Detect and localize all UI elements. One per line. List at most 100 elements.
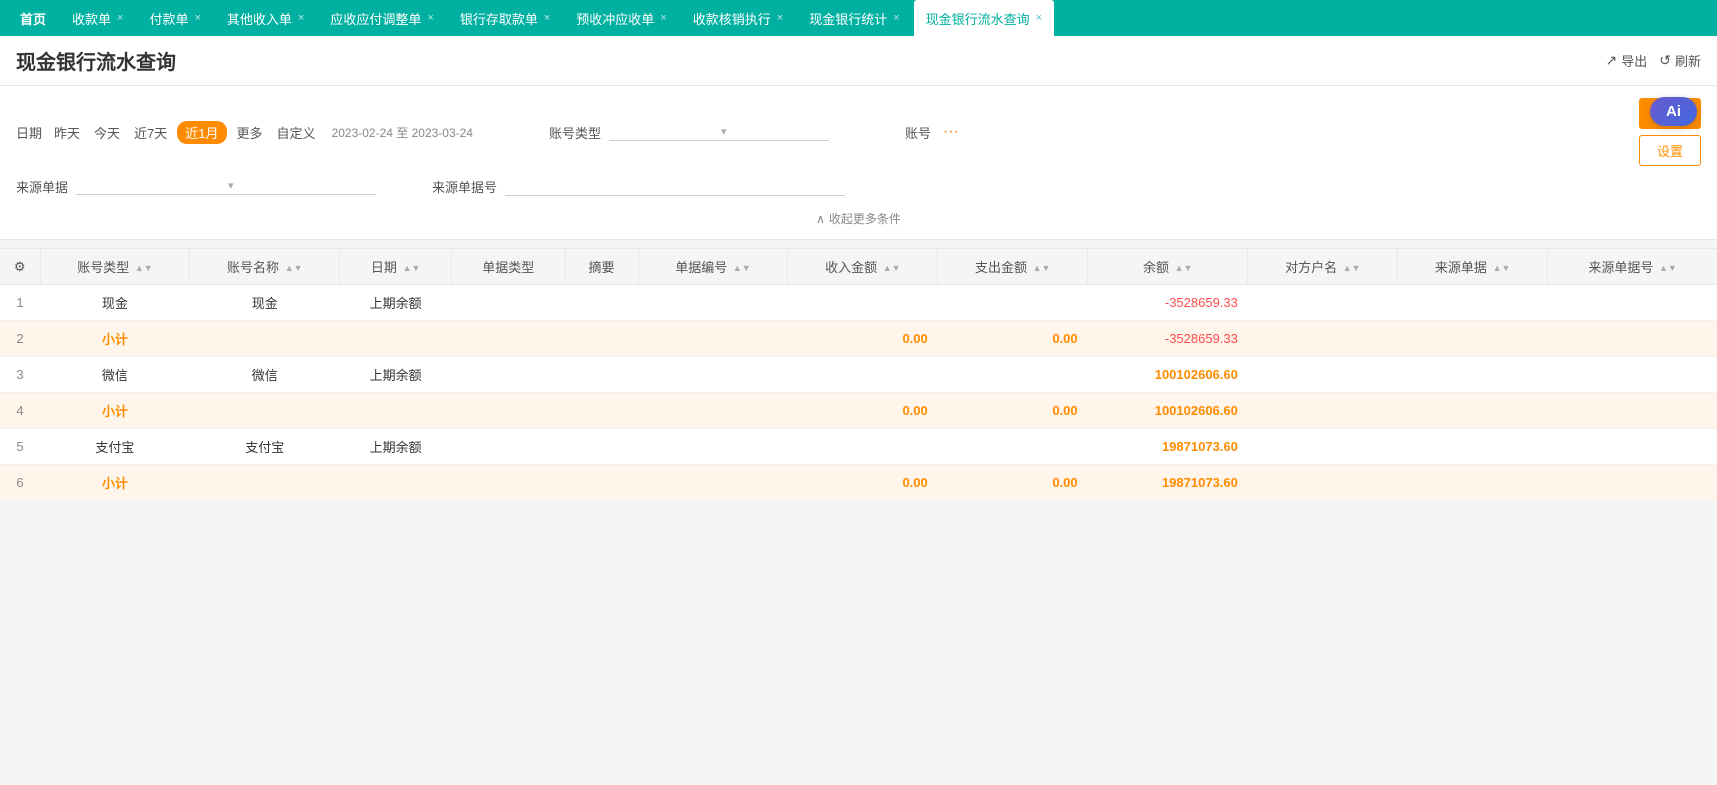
table-row: 5支付宝支付宝上期余额19871073.60: [0, 429, 1717, 465]
cell-income: 0.00: [788, 393, 938, 429]
col-doc-no[interactable]: 单据编号 ▲▼: [638, 249, 788, 285]
refresh-button[interactable]: ↺ 刷新: [1659, 51, 1701, 70]
account-type-filter-group: 账号类型 ▾: [549, 123, 829, 142]
col-date[interactable]: 日期 ▲▼: [340, 249, 452, 285]
row-number: 3: [0, 357, 40, 393]
filter-row-2: 来源单据 ▾ 来源单据号: [16, 176, 1701, 196]
cell-source-doc-no: [1548, 393, 1717, 429]
date-more[interactable]: 更多: [233, 121, 267, 144]
close-icon-1[interactable]: ×: [194, 12, 200, 24]
close-icon-7[interactable]: ×: [893, 12, 899, 24]
col-account-name[interactable]: 账号名称 ▲▼: [190, 249, 340, 285]
date-1month[interactable]: 近1月: [177, 121, 226, 144]
cell-account-name: 支付宝: [190, 429, 340, 465]
cell-income: [788, 429, 938, 465]
cell-balance: 19871073.60: [1088, 429, 1248, 465]
cell-date: 上期余额: [340, 429, 452, 465]
nav-tab-3[interactable]: 应收应付调整单 ×: [318, 0, 445, 36]
nav-tab-2[interactable]: 其他收入单 ×: [215, 0, 316, 36]
cell-doc-no: [638, 393, 788, 429]
nav-home[interactable]: 首页: [8, 0, 58, 36]
ai-button[interactable]: Ai: [1650, 97, 1697, 126]
collapse-bar[interactable]: ∧ 收起更多条件: [16, 206, 1701, 231]
cell-account-name: 微信: [190, 357, 340, 393]
data-table: ⚙ 账号类型 ▲▼ 账号名称 ▲▼ 日期 ▲▼ 单据类型 摘要 单据编号 ▲▼: [0, 248, 1717, 501]
settings-button[interactable]: 设置: [1639, 135, 1701, 166]
cell-date: [340, 393, 452, 429]
cell-balance: 100102606.60: [1088, 393, 1248, 429]
cell-counterparty: [1248, 357, 1398, 393]
nav-tab-7[interactable]: 现金银行统计 ×: [797, 0, 911, 36]
source-doc-filter-group: 来源单据 ▾: [16, 177, 376, 196]
sort-icon-expense: ▲▼: [1033, 264, 1051, 273]
cell-summary: [565, 357, 638, 393]
sort-icon-account-name: ▲▼: [285, 264, 303, 273]
nav-tab-6[interactable]: 收款核销执行 ×: [681, 0, 795, 36]
cell-account-type: 小计: [40, 393, 190, 429]
cell-counterparty: [1248, 285, 1398, 321]
table-header-row: ⚙ 账号类型 ▲▼ 账号名称 ▲▼ 日期 ▲▼ 单据类型 摘要 单据编号 ▲▼: [0, 249, 1717, 285]
col-source-doc[interactable]: 来源单据 ▲▼: [1398, 249, 1548, 285]
col-expense[interactable]: 支出金额 ▲▼: [938, 249, 1088, 285]
col-account-type[interactable]: 账号类型 ▲▼: [40, 249, 190, 285]
close-icon-2[interactable]: ×: [298, 12, 304, 24]
sort-icon-income: ▲▼: [883, 264, 901, 273]
table-body: 1现金现金上期余额-3528659.332小计0.000.00-3528659.…: [0, 285, 1717, 501]
refresh-icon: ↺: [1659, 52, 1671, 69]
cell-account-name: 现金: [190, 285, 340, 321]
date-custom[interactable]: 自定义: [273, 121, 320, 144]
source-doc-label: 来源单据: [16, 177, 68, 196]
cell-doc-type: [452, 357, 565, 393]
cell-source-doc-no: [1548, 429, 1717, 465]
close-icon-8[interactable]: ×: [1036, 12, 1042, 24]
close-icon-3[interactable]: ×: [427, 12, 433, 24]
cell-date: 上期余额: [340, 285, 452, 321]
export-icon: ↗: [1606, 52, 1618, 69]
date-7days[interactable]: 近7天: [130, 121, 171, 144]
export-button[interactable]: ↗ 导出: [1606, 51, 1648, 70]
cell-account-type: 小计: [40, 465, 190, 501]
cell-balance: 100102606.60: [1088, 357, 1248, 393]
nav-tab-8[interactable]: 现金银行流水查询 ×: [914, 0, 1054, 36]
header-actions: ↗ 导出 ↺ 刷新: [1606, 51, 1702, 70]
close-icon-0[interactable]: ×: [117, 12, 123, 24]
source-doc-select[interactable]: ▾: [76, 177, 376, 195]
account-dots-button[interactable]: ···: [939, 123, 963, 141]
cell-account-type: 小计: [40, 321, 190, 357]
cell-expense: [938, 357, 1088, 393]
nav-tab-1[interactable]: 付款单 ×: [137, 0, 212, 36]
close-icon-5[interactable]: ×: [660, 12, 666, 24]
account-type-label: 账号类型: [549, 123, 601, 142]
cell-account-name: [190, 393, 340, 429]
nav-tab-5[interactable]: 预收冲应收单 ×: [564, 0, 678, 36]
date-yesterday[interactable]: 昨天: [50, 121, 84, 144]
source-doc-no-input[interactable]: [505, 176, 845, 196]
cell-counterparty: [1248, 465, 1398, 501]
cell-doc-type: [452, 321, 565, 357]
cell-income: [788, 357, 938, 393]
cell-balance: -3528659.33: [1088, 285, 1248, 321]
date-range-display: 2023-02-24 至 2023-03-24: [332, 124, 473, 141]
cell-account-type: 支付宝: [40, 429, 190, 465]
col-counterparty[interactable]: 对方户名 ▲▼: [1248, 249, 1398, 285]
col-income[interactable]: 收入金额 ▲▼: [788, 249, 938, 285]
cell-source-doc-no: [1548, 321, 1717, 357]
cell-expense: [938, 429, 1088, 465]
account-filter-group: 账号 ···: [905, 123, 963, 142]
date-today[interactable]: 今天: [90, 121, 124, 144]
col-source-doc-no[interactable]: 来源单据号 ▲▼: [1548, 249, 1717, 285]
table-row: 2小计0.000.00-3528659.33: [0, 321, 1717, 357]
cell-summary: [565, 465, 638, 501]
source-doc-no-filter-group: 来源单据号: [432, 176, 845, 196]
table-row: 4小计0.000.00100102606.60: [0, 393, 1717, 429]
col-balance[interactable]: 余额 ▲▼: [1088, 249, 1248, 285]
account-type-select[interactable]: ▾: [609, 123, 829, 141]
chevron-down-icon-2: ▾: [228, 179, 372, 192]
close-icon-6[interactable]: ×: [777, 12, 783, 24]
sort-icon-account-type: ▲▼: [135, 264, 153, 273]
cell-doc-no: [638, 285, 788, 321]
nav-tab-4[interactable]: 银行存取款单 ×: [448, 0, 562, 36]
col-settings[interactable]: ⚙: [0, 249, 40, 285]
nav-tab-0[interactable]: 收款单 ×: [60, 0, 135, 36]
close-icon-4[interactable]: ×: [544, 12, 550, 24]
